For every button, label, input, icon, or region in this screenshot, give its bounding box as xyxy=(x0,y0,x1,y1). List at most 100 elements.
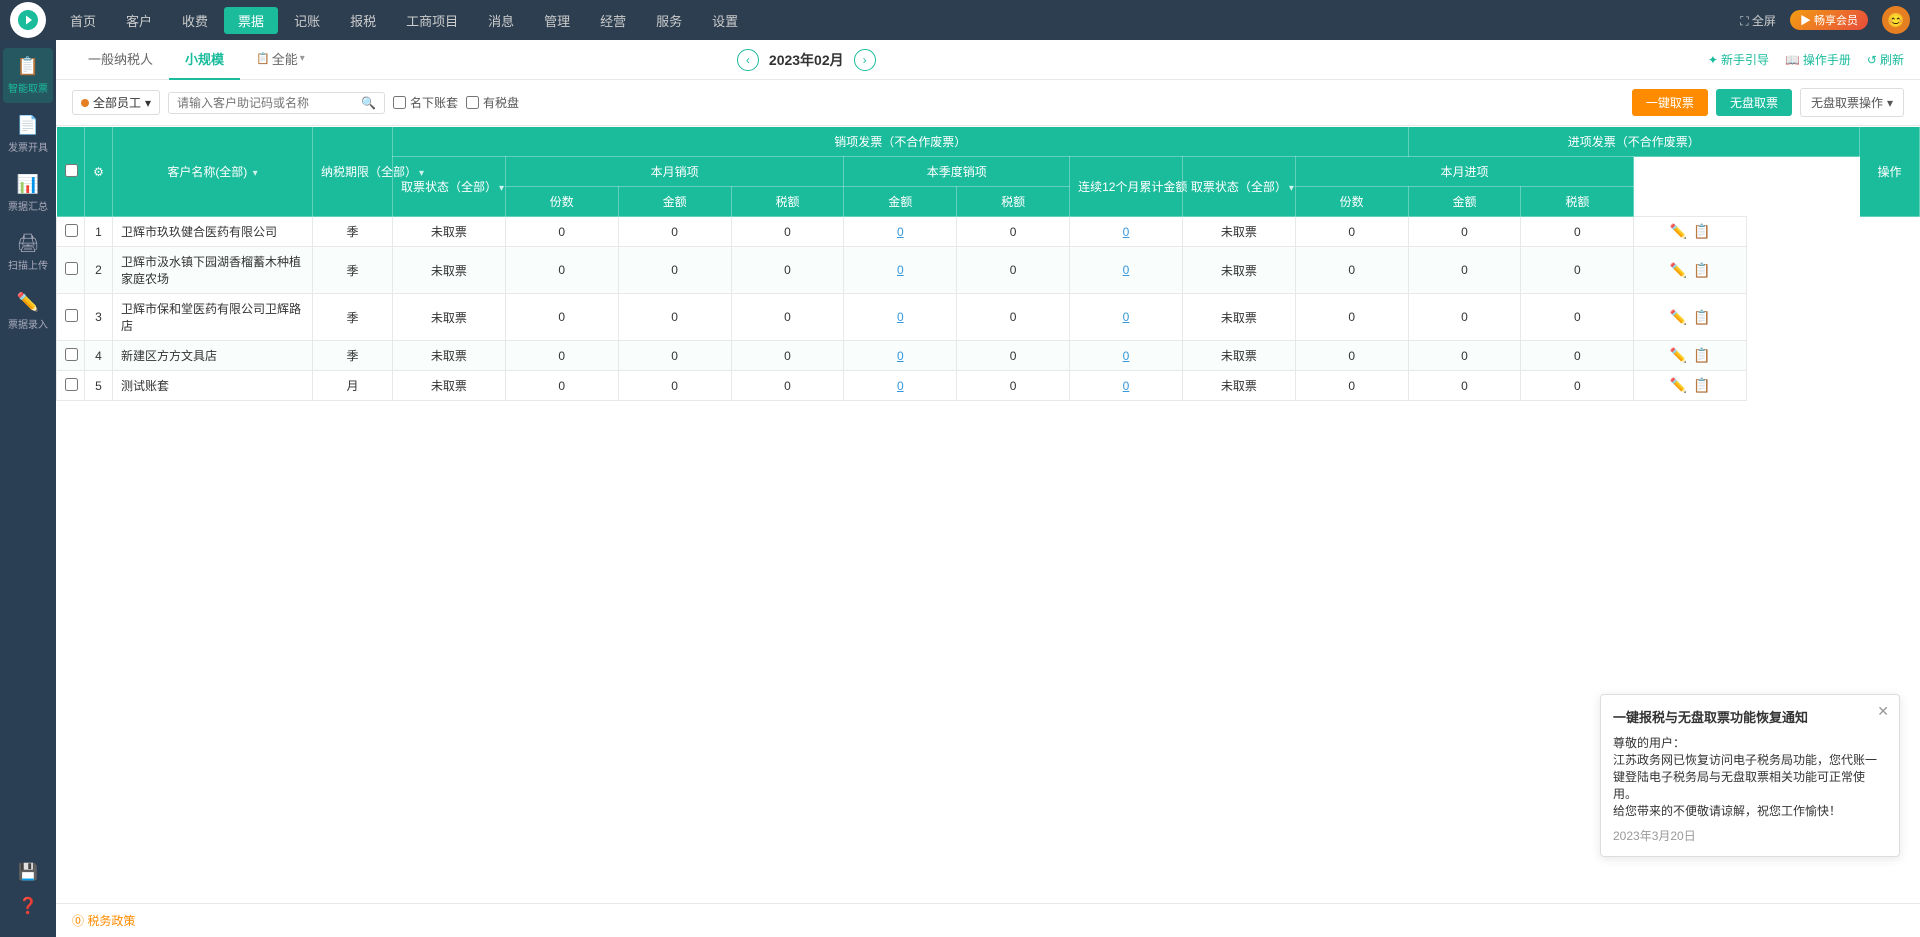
sidebar-help-icon[interactable]: ❓ xyxy=(13,891,43,921)
checkbox-account-input[interactable] xyxy=(393,96,406,109)
sidebar-label-open-invoice: 发票开具 xyxy=(8,139,48,154)
table-row: 5 测试账套 月 未取票 0 0 0 0 0 0 未取票 0 0 0 ✏️ 📋 xyxy=(57,371,1920,401)
row-view-icon-1[interactable]: 📋 xyxy=(1693,262,1710,279)
row-purchase-status-2: 未取票 xyxy=(1182,294,1295,341)
row-s-quarter-tax-0: 0 xyxy=(957,217,1070,247)
row-p-month-tax-3: 0 xyxy=(1521,341,1634,371)
month-sales-header: 本月销项 xyxy=(505,157,844,187)
nav-settings[interactable]: 设置 xyxy=(698,7,752,34)
purchase-invoice-header: 进项发票（不合作废票） xyxy=(1408,127,1859,157)
row-view-icon-4[interactable]: 📋 xyxy=(1693,377,1710,394)
tab-general-taxpayer[interactable]: 一般纳税人 xyxy=(72,40,169,80)
row-checkbox-1[interactable] xyxy=(65,262,78,275)
row-index-0: 1 xyxy=(85,217,113,247)
new-guide-btn[interactable]: ✦ 新手引导 xyxy=(1708,51,1769,68)
toolbar-right: 一键取票 无盘取票 无盘取票操作 ▾ xyxy=(1632,88,1904,117)
sidebar-download-icon[interactable]: 💾 xyxy=(13,857,43,887)
row-edit-icon-3[interactable]: ✏️ xyxy=(1670,347,1687,364)
row-sales-status-0: 未取票 xyxy=(393,217,506,247)
manual-btn[interactable]: 📖 操作手册 xyxy=(1785,51,1851,68)
sidebar-item-smart-invoice[interactable]: 📋 智能取票 xyxy=(3,48,53,103)
search-input[interactable] xyxy=(177,96,357,110)
checkbox-tax-disk[interactable]: 有税盘 xyxy=(466,94,519,111)
row-checkbox-4[interactable] xyxy=(65,378,78,391)
fullscreen-btn[interactable]: ⛶ 全屏 xyxy=(1740,12,1776,29)
no-disk-ticket-button[interactable]: 无盘取票 xyxy=(1716,89,1792,116)
row-view-icon-0[interactable]: 📋 xyxy=(1693,223,1710,240)
row-p-month-amount-4: 0 xyxy=(1408,371,1521,401)
period-navigation: ‹ 2023年02月 › xyxy=(737,49,876,71)
nav-accounting[interactable]: 记账 xyxy=(280,7,334,34)
row-index-4: 5 xyxy=(85,371,113,401)
row-view-icon-3[interactable]: 📋 xyxy=(1693,347,1710,364)
row-checkbox-0[interactable] xyxy=(65,224,78,237)
row-checkbox-2[interactable] xyxy=(65,309,78,322)
row-index-2: 3 xyxy=(85,294,113,341)
s-month-tax-header: 税额 xyxy=(731,187,844,217)
nav-service[interactable]: 服务 xyxy=(642,7,696,34)
one-click-ticket-button[interactable]: 一键取票 xyxy=(1632,89,1708,116)
nav-tax[interactable]: 报税 xyxy=(336,7,390,34)
notification-popup: ✕ 一键报税与无盘取票功能恢复通知 尊敬的用户： 江苏政务网已恢复访问电子税务局… xyxy=(1600,694,1900,857)
period-text: 2023年02月 xyxy=(769,50,844,70)
row-s-12m-3: 0 xyxy=(1070,341,1183,371)
row-p-month-amount-1: 0 xyxy=(1408,247,1521,294)
row-p-month-tax-0: 0 xyxy=(1521,217,1634,247)
row-s-month-tax-1: 0 xyxy=(731,247,844,294)
smart-invoice-icon: 📋 xyxy=(17,56,39,77)
search-icon[interactable]: 🔍 xyxy=(361,96,376,110)
user-avatar[interactable]: 😊 xyxy=(1882,6,1910,34)
tab-actions: ✦ 新手引导 📖 操作手册 ↺ 刷新 xyxy=(1708,51,1904,68)
row-view-icon-2[interactable]: 📋 xyxy=(1693,309,1710,326)
row-tax-period-2: 季 xyxy=(313,294,393,341)
notification-close-button[interactable]: ✕ xyxy=(1877,703,1889,720)
sidebar-item-invoice-entry[interactable]: ✏️ 票据录入 xyxy=(3,284,53,339)
row-tax-period-0: 季 xyxy=(313,217,393,247)
row-s-quarter-amount-0: 0 xyxy=(844,217,957,247)
checkbox-account[interactable]: 名下账套 xyxy=(393,94,458,111)
row-edit-icon-1[interactable]: ✏️ xyxy=(1670,262,1687,279)
row-edit-icon-4[interactable]: ✏️ xyxy=(1670,377,1687,394)
select-all-checkbox[interactable] xyxy=(65,164,78,177)
tab-small-scale[interactable]: 小规模 xyxy=(169,40,240,80)
row-actions-3: ✏️ 📋 xyxy=(1642,347,1738,364)
row-edit-icon-2[interactable]: ✏️ xyxy=(1670,309,1687,326)
vip-button[interactable]: ▶ 畅享会员 xyxy=(1790,10,1868,30)
dropdown-arrow-icon: ▾ xyxy=(1887,96,1893,110)
no-disk-ops-button[interactable]: 无盘取票操作 ▾ xyxy=(1800,88,1904,117)
sidebar-item-scan-upload[interactable]: 🖨 扫描上传 xyxy=(3,225,53,280)
row-actions-0: ✏️ 📋 xyxy=(1642,223,1738,240)
emp-dropdown-icon: ▾ xyxy=(145,96,151,110)
row-s-month-count-0: 0 xyxy=(505,217,618,247)
sidebar-item-invoice-summary[interactable]: 📊 票据汇总 xyxy=(3,166,53,221)
refresh-btn[interactable]: ↺ 刷新 xyxy=(1867,51,1904,68)
checkbox-tax-disk-input[interactable] xyxy=(466,96,479,109)
open-invoice-icon: 📄 xyxy=(17,115,39,136)
period-prev-button[interactable]: ‹ xyxy=(737,49,759,71)
nav-operate[interactable]: 经营 xyxy=(586,7,640,34)
search-box: 🔍 xyxy=(168,92,385,114)
nav-invoice[interactable]: 票据 xyxy=(224,7,278,34)
row-s-quarter-tax-2: 0 xyxy=(957,294,1070,341)
employee-select[interactable]: 全部员工 ▾ xyxy=(72,90,160,115)
row-p-month-amount-3: 0 xyxy=(1408,341,1521,371)
row-p-month-count-2: 0 xyxy=(1295,294,1408,341)
row-p-month-count-1: 0 xyxy=(1295,247,1408,294)
nav-home[interactable]: 首页 xyxy=(56,7,110,34)
period-next-button[interactable]: › xyxy=(854,49,876,71)
nav-manage[interactable]: 管理 xyxy=(530,7,584,34)
row-s-12m-0: 0 xyxy=(1070,217,1183,247)
nav-billing[interactable]: 收费 xyxy=(168,7,222,34)
nav-business[interactable]: 工商项目 xyxy=(392,7,472,34)
toolbar-left: 全部员工 ▾ 🔍 名下账套 有税盘 xyxy=(72,90,1622,115)
notification-greeting: 尊敬的用户： xyxy=(1613,734,1887,751)
tax-policy-link[interactable]: ⓪ 税务政策 xyxy=(72,912,135,929)
tab-all[interactable]: 📋 全能 ▾ xyxy=(240,40,321,80)
sidebar-label-invoice-summary: 票据汇总 xyxy=(8,198,48,213)
row-s-month-amount-4: 0 xyxy=(618,371,731,401)
row-edit-icon-0[interactable]: ✏️ xyxy=(1670,223,1687,240)
nav-customer[interactable]: 客户 xyxy=(112,7,166,34)
sidebar-item-open-invoice[interactable]: 📄 发票开具 xyxy=(3,107,53,162)
row-checkbox-3[interactable] xyxy=(65,348,78,361)
nav-message[interactable]: 消息 xyxy=(474,7,528,34)
